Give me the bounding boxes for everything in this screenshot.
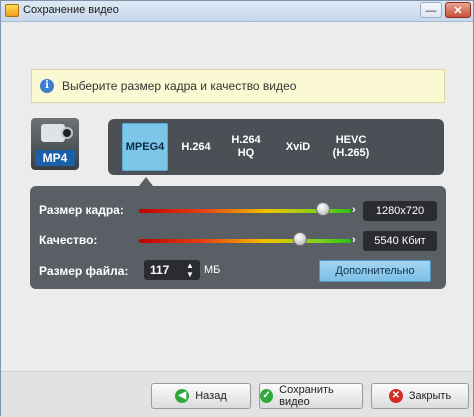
file-size-stepper[interactable]: 117 ▲ ▼ — [144, 260, 200, 280]
back-button[interactable]: ◀ Назад — [151, 383, 251, 409]
footer-bar: ◀ Назад ✓ Сохранить видео ✕ Закрыть — [1, 371, 473, 417]
app-icon — [5, 4, 19, 17]
back-arrow-icon: ◀ — [175, 389, 190, 403]
save-video-button-label: Сохранить видео — [279, 384, 334, 408]
codec-tab-h264[interactable]: H.264 — [174, 119, 218, 175]
frame-size-label: Размер кадра: — [39, 203, 124, 217]
hint-bar: i Выберите размер кадра и качество видео — [31, 69, 445, 103]
codec-tab-xvid[interactable]: XviD — [278, 119, 318, 175]
format-badge: MP4 — [35, 150, 75, 166]
save-video-window: Сохранение видео — ✕ i Выберите размер к… — [0, 0, 474, 417]
window-title: Сохранение видео — [23, 4, 119, 16]
file-size-label: Размер файла: — [39, 264, 129, 278]
codec-tab-mpeg4[interactable]: MPEG4 — [122, 123, 168, 171]
codec-tab-h264-hq[interactable]: H.264 HQ — [224, 119, 268, 175]
save-video-button[interactable]: ✓ Сохранить видео — [259, 383, 363, 409]
info-icon: i — [40, 79, 54, 93]
checkmark-icon: ✓ — [260, 389, 274, 403]
close-window-button[interactable]: ✕ — [445, 2, 471, 18]
panel-pointer — [139, 177, 153, 186]
codec-tab-hevc[interactable]: HEVC (H.265) — [324, 119, 378, 175]
frame-size-value: 1280x720 — [363, 201, 437, 221]
quality-slider[interactable] — [139, 239, 351, 243]
title-bar: Сохранение видео — ✕ — [1, 1, 473, 22]
file-size-value: 117 — [150, 263, 170, 277]
quality-value: 5540 Кбит — [363, 231, 437, 251]
close-button-label: Закрыть — [408, 390, 452, 402]
stepper-arrows-icon[interactable]: ▲ ▼ — [186, 261, 194, 279]
camcorder-lens-icon — [61, 127, 73, 139]
settings-panel: Размер кадра: › 1280x720 Качество: › 554… — [30, 186, 446, 289]
frame-size-slider-thumb[interactable] — [316, 202, 331, 216]
close-icon: ✕ — [388, 389, 403, 403]
format-selector[interactable]: MP4 — [31, 118, 79, 170]
minimize-button[interactable]: — — [420, 2, 442, 18]
chevron-right-icon: › — [352, 204, 356, 216]
hint-text: Выберите размер кадра и качество видео — [62, 79, 297, 93]
quality-label: Качество: — [39, 233, 98, 247]
chevron-right-icon: › — [352, 234, 356, 246]
quality-slider-thumb[interactable] — [293, 232, 308, 246]
back-button-label: Назад — [195, 390, 227, 402]
advanced-button[interactable]: Дополнительно — [319, 260, 431, 282]
close-button[interactable]: ✕ Закрыть — [371, 383, 469, 409]
codec-panel: MPEG4 H.264 H.264 HQ XviD HEVC (H.265) — [108, 119, 444, 175]
file-size-unit: МБ — [204, 264, 221, 276]
